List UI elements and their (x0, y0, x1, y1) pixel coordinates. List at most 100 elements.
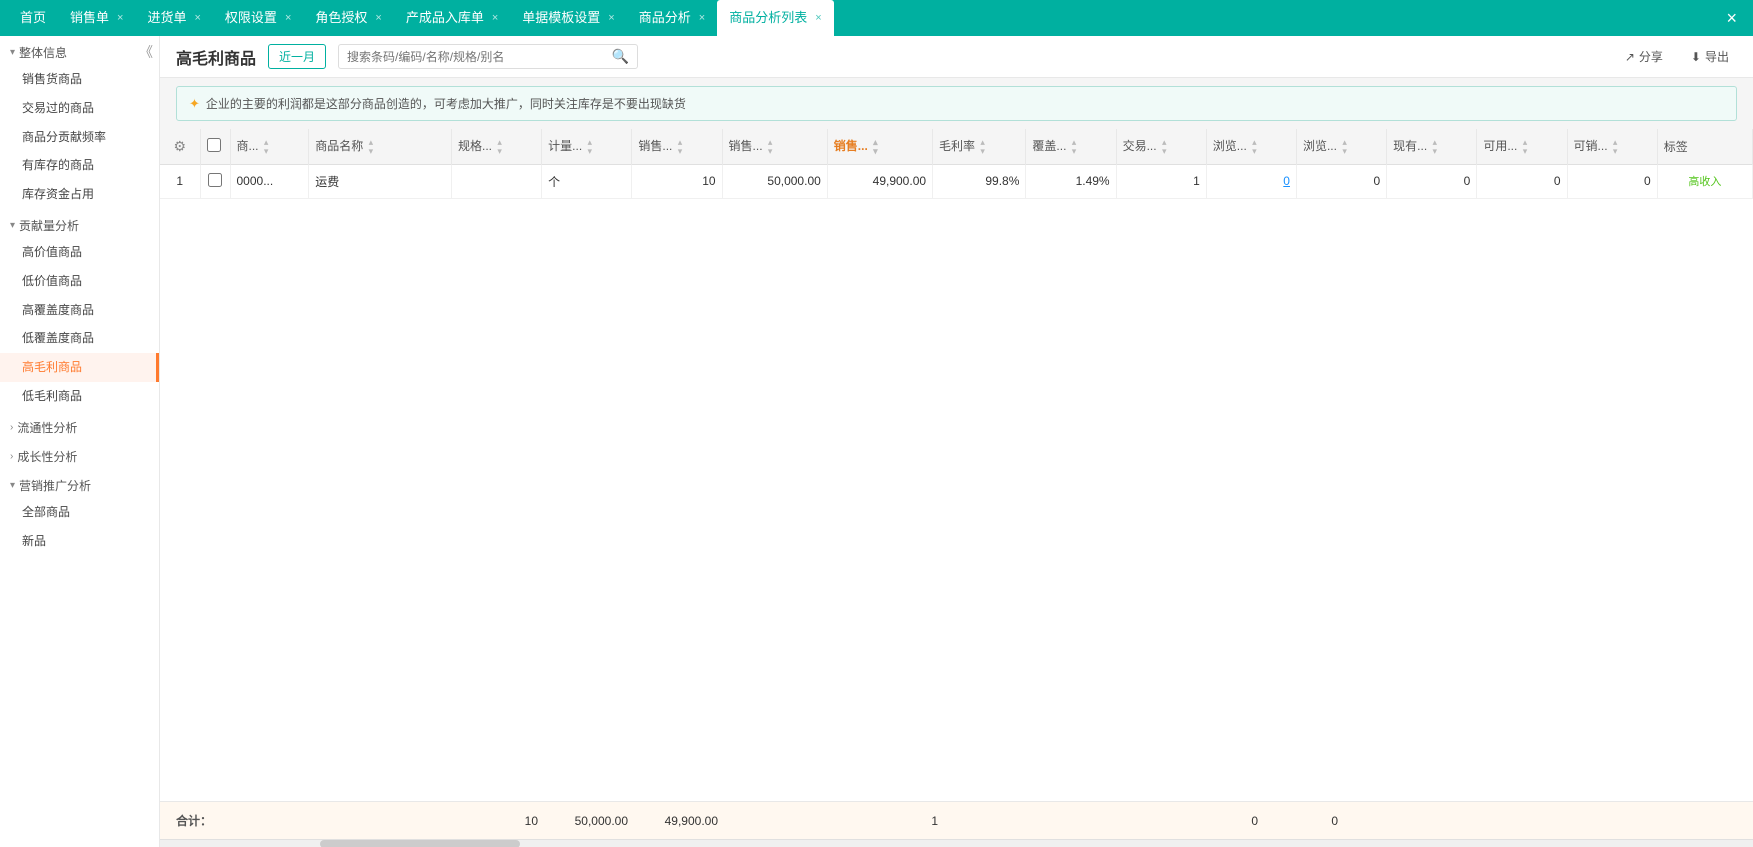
sidebar-section-marketing[interactable]: ▾ 营销推广分析 (0, 469, 159, 498)
cell-sales-cost: 49,900.00 (827, 164, 932, 198)
col-code: 商... ▴▾ (230, 129, 309, 164)
cell-idx: 1 (160, 164, 200, 198)
sidebar-item-low-value[interactable]: 低价值商品 (0, 267, 159, 296)
horizontal-scrollbar[interactable] (160, 839, 1753, 847)
page-title: 高毛利商品 (176, 45, 256, 69)
nav-product-analysis[interactable]: 商品分析 × (627, 0, 717, 36)
sidebar-item-high-coverage[interactable]: 高覆盖度商品 (0, 296, 159, 325)
table-container: ⚙ 商... ▴▾ 商品名称 ▴▾ (160, 129, 1753, 801)
sidebar-section-contribution[interactable]: ▾ 贡献量分析 (0, 209, 159, 238)
top-nav: 首页 销售单 × 进货单 × 权限设置 × 角色授权 × 产成品入库单 × 单据… (0, 0, 1753, 36)
sidebar-item-sales-goods[interactable]: 销售货商品 (0, 65, 159, 94)
select-all-checkbox[interactable] (207, 138, 221, 152)
nav-product-analysis-list[interactable]: 商品分析列表 × (717, 0, 833, 36)
share-button[interactable]: ↗ 分享 (1617, 44, 1671, 69)
col-trade: 交易... ▴▾ (1116, 129, 1206, 164)
search-icon[interactable]: 🔍 (612, 48, 629, 65)
sidebar-item-stock-capital[interactable]: 库存资金占用 (0, 180, 159, 209)
col-browse1: 浏览... ▴▾ (1206, 129, 1296, 164)
footer-sellable: 0 (1264, 814, 1344, 828)
nav-close-role[interactable]: × (375, 0, 381, 36)
share-icon: ↗ (1625, 50, 1635, 64)
sidebar-item-low-coverage[interactable]: 低覆盖度商品 (0, 324, 159, 353)
table-footer: 合计： 10 50,000.00 49,900.00 1 0 0 (160, 801, 1753, 839)
nav-close-template[interactable]: × (608, 0, 614, 36)
sidebar-section-growth[interactable]: › 成长性分析 (0, 440, 159, 469)
nav-product-warehouse[interactable]: 产成品入库单 × (394, 0, 510, 36)
nav-close-analysis[interactable]: × (699, 0, 705, 36)
sidebar-item-contribution-freq[interactable]: 商品分贡献频率 (0, 123, 159, 152)
export-button[interactable]: ⬇ 导出 (1683, 44, 1737, 69)
export-icon: ⬇ (1691, 50, 1701, 64)
sidebar-item-high-value[interactable]: 高价值商品 (0, 238, 159, 267)
footer-trade: 1 (864, 814, 944, 828)
footer-sales-cost: 49,900.00 (634, 814, 724, 828)
app-close-button[interactable]: × (1718, 8, 1745, 29)
search-input[interactable] (347, 50, 612, 64)
cell-sellable: 0 (1567, 164, 1657, 198)
gear-icon[interactable]: ⚙ (173, 138, 186, 154)
sidebar-item-high-margin[interactable]: 高毛利商品 (0, 353, 159, 382)
table-row: 1 0000... 运费 个 10 50,000.00 49,900.00 99… (160, 164, 1753, 198)
nav-purchase-order[interactable]: 进货单 × (135, 0, 212, 36)
col-gear: ⚙ (160, 129, 200, 164)
sidebar-section-overall[interactable]: ▾ 整体信息 (0, 36, 159, 65)
content-header: 高毛利商品 近一月 🔍 ↗ 分享 ⬇ 导出 (160, 36, 1753, 78)
nav-close-warehouse[interactable]: × (492, 0, 498, 36)
tag-badge: 高收入 (1688, 176, 1721, 188)
nav-close-sales[interactable]: × (117, 0, 123, 36)
arrow-down-overall: ▾ (10, 47, 15, 58)
cell-sales-qty: 10 (632, 164, 722, 198)
footer-label: 合计： (176, 812, 212, 829)
col-current: 现有... ▴▾ (1387, 129, 1477, 164)
cell-sales-amt: 50,000.00 (722, 164, 827, 198)
sidebar-item-low-margin[interactable]: 低毛利商品 (0, 382, 159, 411)
arrow-down-marketing: ▾ (10, 480, 15, 491)
info-banner: ✦ 企业的主要的利润都是这部分商品创造的，可考虑加大推广，同时关注库存是不要出现… (176, 86, 1737, 121)
sidebar-section-liquidity[interactable]: › 流通性分析 (0, 411, 159, 440)
nav-sales-order[interactable]: 销售单 × (58, 0, 135, 36)
col-browse2: 浏览... ▴▾ (1296, 129, 1386, 164)
col-sales-qty: 销售... ▴▾ (632, 129, 722, 164)
sidebar-item-in-stock[interactable]: 有库存的商品 (0, 151, 159, 180)
time-filter-button[interactable]: 近一月 (268, 44, 326, 69)
row-checkbox[interactable] (208, 173, 222, 187)
arrow-right-growth: › (10, 451, 13, 462)
col-cover: 覆盖... ▴▾ (1026, 129, 1116, 164)
nav-close-analysis-list[interactable]: × (815, 0, 821, 36)
sidebar-item-new-goods[interactable]: 新品 (0, 527, 159, 556)
nav-role-auth[interactable]: 角色授权 × (303, 0, 393, 36)
cell-browse1: 0 (1206, 164, 1296, 198)
content-area: 高毛利商品 近一月 🔍 ↗ 分享 ⬇ 导出 ✦ 企业的主要的利润都是这部分商品创… (160, 36, 1753, 847)
sidebar-collapse-button[interactable]: 《 (139, 42, 153, 62)
cell-name: 运费 (309, 164, 452, 198)
cell-cover: 1.49% (1026, 164, 1116, 198)
nav-close-purchase[interactable]: × (194, 0, 200, 36)
nav-home[interactable]: 首页 (8, 0, 58, 36)
search-box: 🔍 (338, 44, 638, 69)
cell-trade: 1 (1116, 164, 1206, 198)
col-name: 商品名称 ▴▾ (309, 129, 452, 164)
footer-sales-qty: 10 (464, 814, 544, 828)
col-sales-cost: 销售... ▴▾ (827, 129, 932, 164)
scrollbar-thumb[interactable] (320, 840, 520, 847)
browse1-link[interactable]: 0 (1283, 174, 1290, 188)
col-unit: 计量... ▴▾ (542, 129, 632, 164)
col-spec: 规格... ▴▾ (451, 129, 541, 164)
col-gross-rate: 毛利率 ▴▾ (933, 129, 1026, 164)
nav-permission-settings[interactable]: 权限设置 × (213, 0, 303, 36)
footer-available: 0 (1184, 814, 1264, 828)
nav-template-settings[interactable]: 单据模板设置 × (510, 0, 626, 36)
col-sellable: 可销... ▴▾ (1567, 129, 1657, 164)
sidebar-item-all-goods[interactable]: 全部商品 (0, 498, 159, 527)
sidebar: 《 ▾ 整体信息 销售货商品 交易过的商品 商品分贡献频率 有库存的商品 库存资… (0, 36, 160, 847)
cell-spec (451, 164, 541, 198)
arrow-down-contribution: ▾ (10, 220, 15, 231)
cell-browse2: 0 (1296, 164, 1386, 198)
arrow-right-liquidity: › (10, 422, 13, 433)
cell-unit: 个 (542, 164, 632, 198)
data-table: ⚙ 商... ▴▾ 商品名称 ▴▾ (160, 129, 1753, 199)
footer-sales-amt: 50,000.00 (544, 814, 634, 828)
nav-close-permission[interactable]: × (285, 0, 291, 36)
sidebar-item-traded-goods[interactable]: 交易过的商品 (0, 94, 159, 123)
